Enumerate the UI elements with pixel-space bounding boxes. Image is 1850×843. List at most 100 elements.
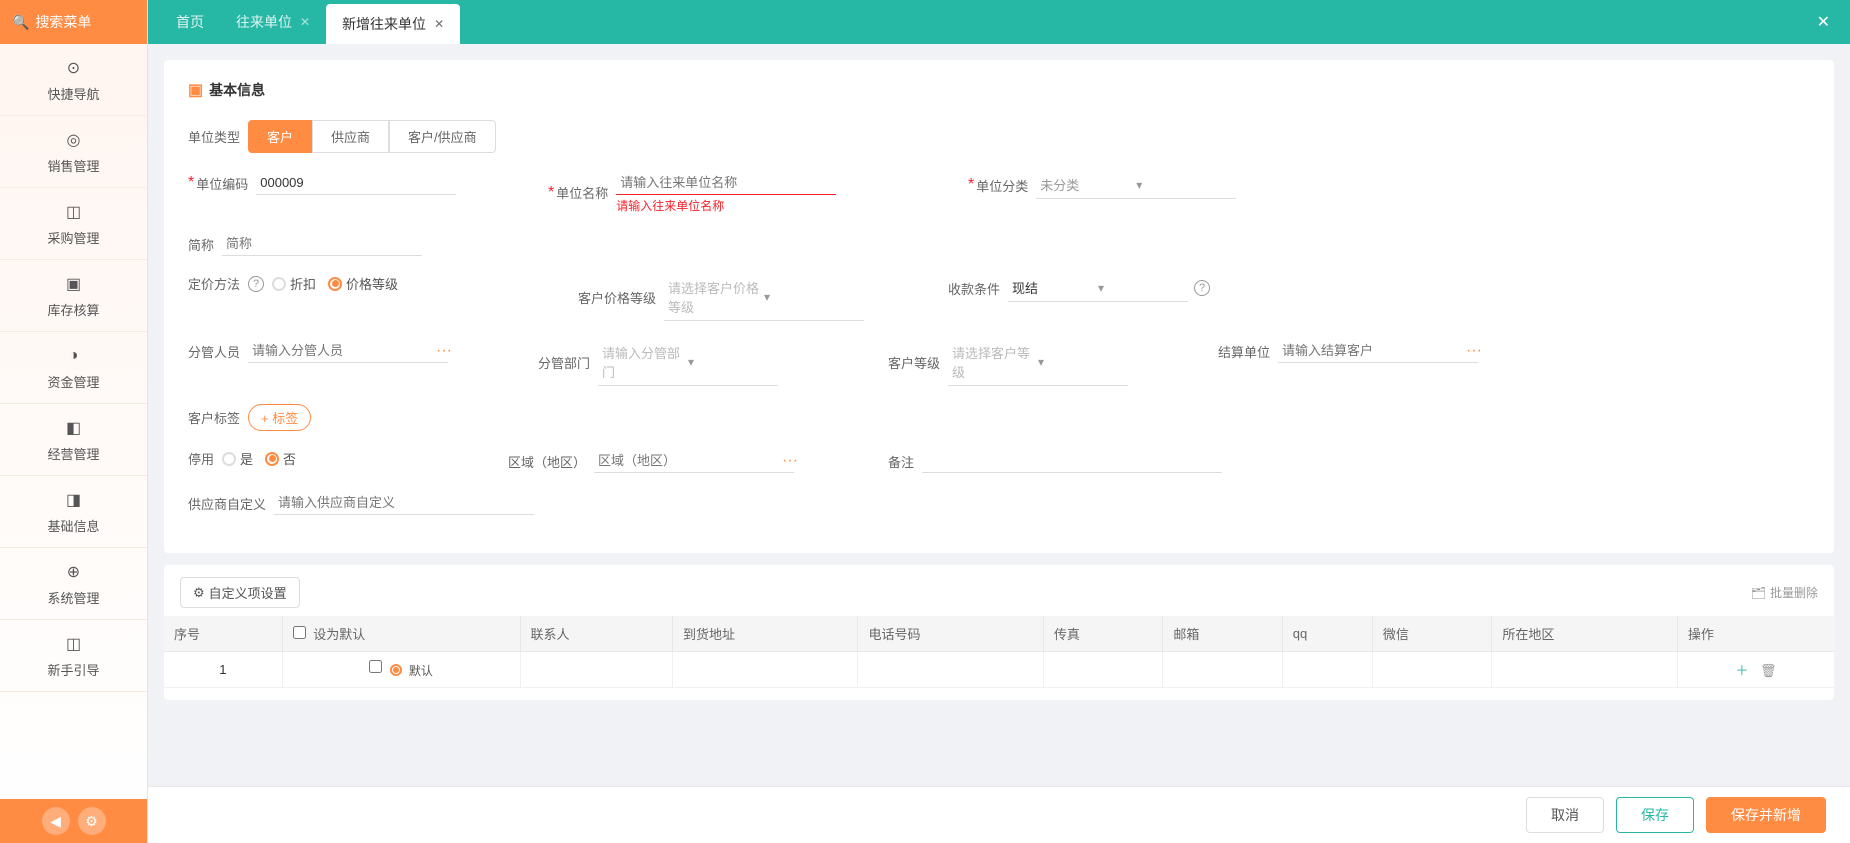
unit-category-select[interactable]: 未分类 ▾ — [1036, 171, 1236, 199]
region-input[interactable] — [594, 449, 778, 472]
customer-level-select[interactable]: 请选择客户等级 ▾ — [948, 339, 1128, 386]
supplier-custom-input[interactable] — [274, 491, 534, 515]
cell-qq — [1282, 652, 1372, 688]
pricing-method-field: 定价方法 ? 折扣 价格等级 — [188, 274, 548, 293]
cell-email — [1163, 652, 1282, 688]
unit-code-required: * — [188, 174, 194, 192]
sidebar-label-quick-nav: 快捷导航 — [47, 84, 99, 103]
pricing-discount-circle — [272, 277, 286, 291]
settlement-input[interactable] — [1278, 339, 1462, 362]
unit-category-required: * — [968, 176, 974, 194]
supplier-custom-row: 供应商自定义 — [188, 491, 1810, 515]
unit-name-input[interactable] — [616, 171, 836, 195]
customer-level-arrow: ▾ — [1038, 355, 1124, 369]
payment-help-icon[interactable]: ? — [1194, 280, 1210, 296]
sidebar-search[interactable]: 🔍 搜索菜单 — [0, 0, 147, 44]
cell-action: ＋ 🗑 — [1677, 652, 1834, 688]
sidebar-label-system: 系统管理 — [47, 588, 99, 607]
sidebar-item-inventory[interactable]: ▣ 库存核算 — [0, 260, 147, 332]
sidebar-item-purchase[interactable]: ◫ 采购管理 — [0, 188, 147, 260]
settlement-dots-btn[interactable]: ··· — [1462, 342, 1486, 360]
region-dots-btn[interactable]: ··· — [778, 452, 802, 470]
customer-tag-field: 客户标签 + 标签 — [188, 404, 1810, 431]
dept-field: 分管部门 请输入分管部门 ▾ — [538, 339, 858, 386]
sidebar-item-basic[interactable]: ◨ 基础信息 — [0, 476, 147, 548]
remarks-field: 备注 — [888, 449, 1810, 473]
sidebar-item-sales[interactable]: ◎ 销售管理 — [0, 116, 147, 188]
col-address: 到货地址 — [672, 616, 857, 652]
remarks-label: 备注 — [888, 452, 914, 471]
code-name-category-row: * 单位编码 * 单位名称 请输入往来单位名称 * 单位分类 — [188, 171, 1810, 214]
select-all-checkbox[interactable] — [293, 626, 306, 639]
col-qq: qq — [1282, 616, 1372, 652]
section-title-text: 基本信息 — [209, 80, 265, 100]
sidebar-item-quick-nav[interactable]: ⊙ 快捷导航 — [0, 44, 147, 116]
disabled-yes-circle — [222, 452, 236, 466]
window-close-btn[interactable]: ✕ — [1809, 8, 1838, 36]
default-radio[interactable]: 默认 — [390, 662, 433, 679]
col-contact: 联系人 — [520, 616, 672, 652]
bulk-delete-btn[interactable]: 🗂 批量删除 — [1751, 584, 1818, 601]
unit-type-supplier-btn[interactable]: 供应商 — [312, 120, 389, 153]
sidebar-collapse-btn[interactable]: ◀ — [42, 807, 70, 835]
supplier-custom-field: 供应商自定义 — [188, 491, 588, 515]
row-checkbox[interactable] — [369, 660, 382, 673]
section-title: ▣ 基本信息 — [188, 80, 1810, 100]
sidebar-item-finance[interactable]: ◑ 资金管理 — [0, 332, 147, 404]
short-name-label: 简称 — [188, 235, 214, 254]
tab-bar: 首页 往来单位 ✕ 新增往来单位 ✕ ✕ — [148, 0, 1850, 44]
unit-type-both-btn[interactable]: 客户/供应商 — [389, 120, 496, 153]
col-action: 操作 — [1677, 616, 1834, 652]
dept-label: 分管部门 — [538, 353, 590, 372]
unit-type-customer-btn[interactable]: 客户 — [248, 120, 312, 153]
dept-arrow: ▾ — [688, 355, 774, 369]
sidebar-settings-btn[interactable]: ⚙ — [78, 807, 106, 835]
save-button[interactable]: 保存 — [1616, 797, 1694, 833]
add-tag-btn[interactable]: + 标签 — [248, 404, 311, 431]
payment-terms-select[interactable]: 现结 ▾ — [1008, 274, 1188, 302]
unit-type-field: 单位类型 客户 供应商 客户/供应商 — [188, 120, 1810, 153]
table-row: 1 默认 — [164, 652, 1834, 688]
add-row-btn[interactable]: ＋ — [1735, 663, 1748, 678]
unit-name-wrapper: 请输入往来单位名称 — [616, 171, 928, 214]
tab-new-partner-label: 新增往来单位 — [342, 14, 426, 34]
disabled-yes-radio[interactable]: 是 — [222, 449, 253, 468]
tab-new-partner-close[interactable]: ✕ — [434, 17, 444, 31]
pricing-discount-radio[interactable]: 折扣 — [272, 274, 316, 293]
sidebar-item-biz[interactable]: ◧ 经营管理 — [0, 404, 147, 476]
manager-input[interactable] — [248, 339, 432, 362]
unit-code-input[interactable] — [256, 171, 456, 195]
disabled-no-label: 否 — [283, 449, 296, 468]
sidebar-item-newguide[interactable]: ◫ 新手引导 — [0, 620, 147, 692]
tab-partner-list[interactable]: 往来单位 ✕ — [220, 0, 326, 44]
col-fax: 传真 — [1043, 616, 1162, 652]
delete-row-btn[interactable]: 🗑 — [1760, 663, 1777, 678]
quick-nav-icon: ⊙ — [62, 56, 86, 80]
sidebar-label-purchase: 采购管理 — [47, 228, 99, 247]
remarks-input[interactable] — [922, 449, 1222, 473]
region-input-wrapper: ··· — [594, 449, 794, 473]
save-and-new-button[interactable]: 保存并新增 — [1706, 797, 1826, 833]
tab-home[interactable]: 首页 — [160, 0, 220, 44]
cell-phone — [858, 652, 1043, 688]
pricing-level-radio[interactable]: 价格等级 — [328, 274, 398, 293]
unit-name-error: 请输入往来单位名称 — [616, 197, 928, 214]
tab-new-partner[interactable]: 新增往来单位 ✕ — [326, 4, 460, 44]
unit-code-label: 单位编码 — [196, 174, 248, 193]
manager-dots-btn[interactable]: ··· — [432, 342, 456, 360]
disabled-no-radio[interactable]: 否 — [265, 449, 296, 468]
bulk-delete-label: 批量删除 — [1770, 584, 1818, 601]
main-area: 首页 往来单位 ✕ 新增往来单位 ✕ ✕ ▣ 基本信息 单位类型 客户 — [148, 0, 1850, 843]
tab-partner-list-close[interactable]: ✕ — [300, 15, 310, 29]
unit-type-label: 单位类型 — [188, 127, 240, 146]
short-name-field: 简称 — [188, 232, 508, 256]
custom-settings-btn[interactable]: ⚙ 自定义项设置 — [180, 577, 300, 608]
customer-price-level-select[interactable]: 请选择客户价格等级 ▾ — [664, 274, 864, 321]
dept-select[interactable]: 请输入分管部门 ▾ — [598, 339, 778, 386]
sidebar-bottom: ◀ ⚙ — [0, 799, 147, 843]
pricing-help-icon[interactable]: ? — [248, 276, 264, 292]
short-name-input[interactable] — [222, 232, 422, 256]
sidebar-item-system[interactable]: ⊕ 系统管理 — [0, 548, 147, 620]
cancel-button[interactable]: 取消 — [1526, 797, 1604, 833]
customer-level-field: 客户等级 请选择客户等级 ▾ — [888, 339, 1188, 386]
